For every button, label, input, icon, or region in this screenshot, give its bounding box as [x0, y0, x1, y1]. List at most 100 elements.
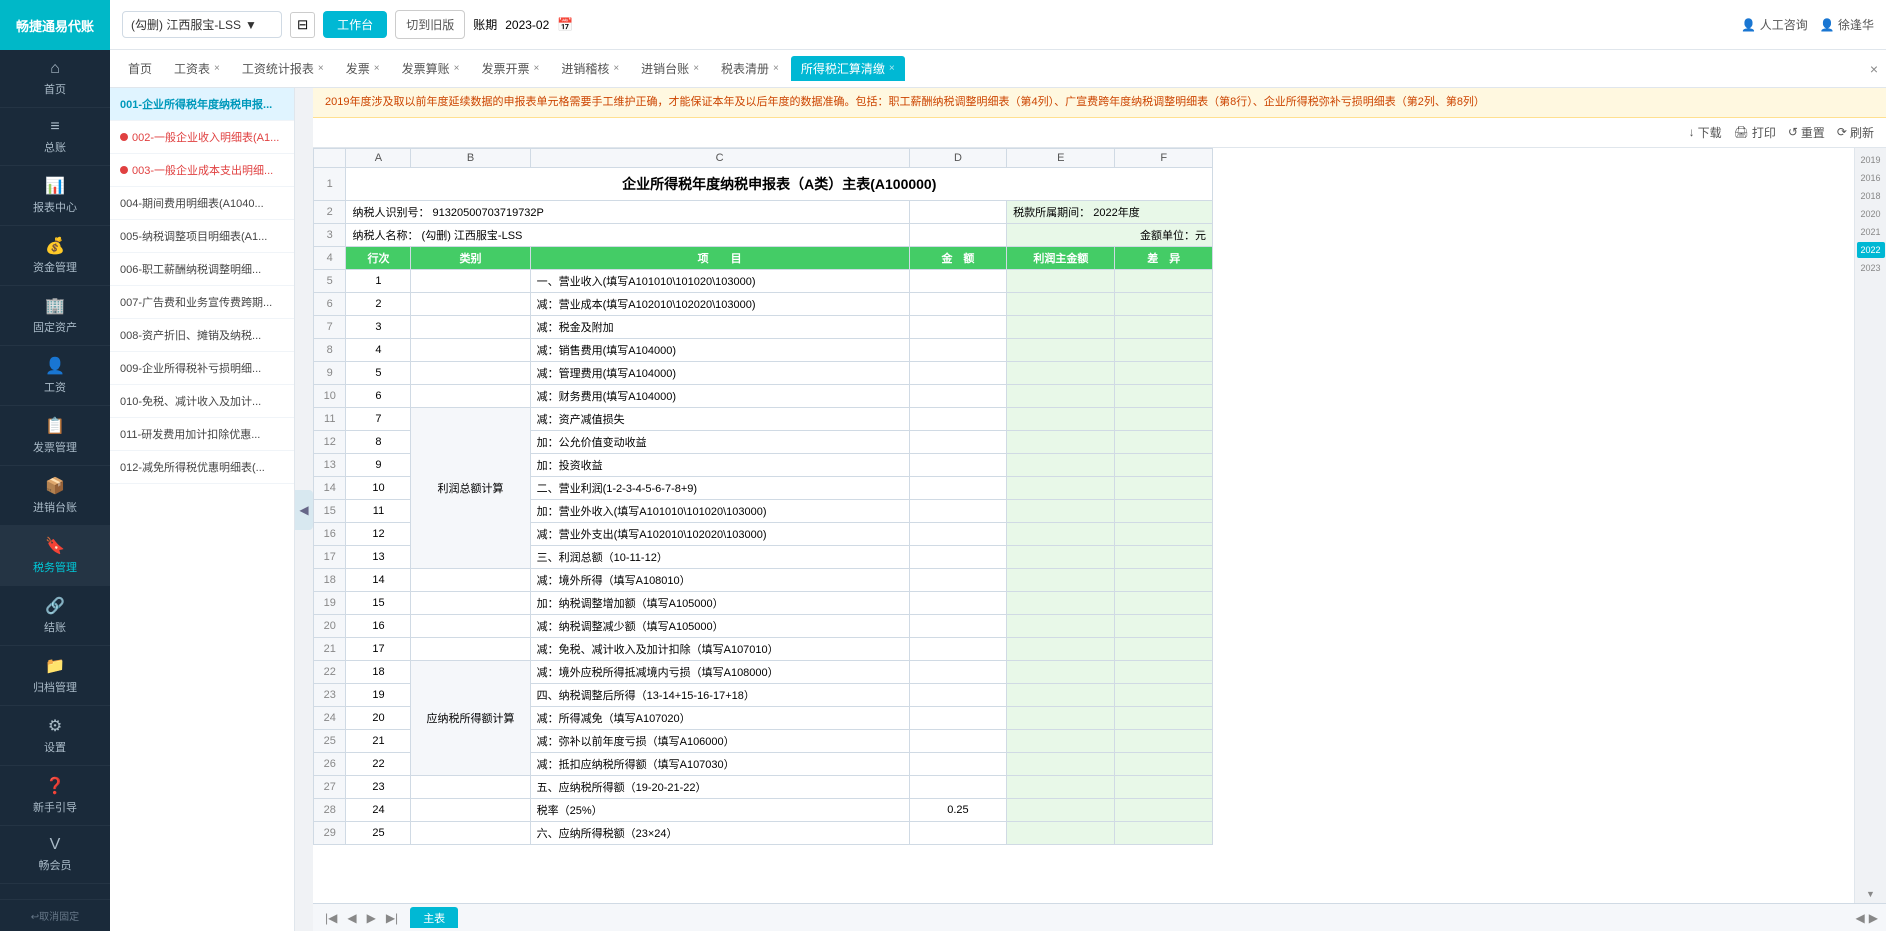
sidebar-item-settings[interactable]: ⚙ 设置 — [0, 706, 110, 766]
sidebar-item-guide[interactable]: ❓ 新手引导 — [0, 766, 110, 826]
cell-diff[interactable] — [1115, 338, 1213, 361]
tab-purchase-ledger[interactable]: 进销台账 × — [631, 56, 709, 81]
cell-profit-amount[interactable] — [1007, 614, 1115, 637]
cell-amount[interactable] — [909, 522, 1006, 545]
close-icon[interactable]: × — [214, 63, 220, 74]
cell-profit-amount[interactable] — [1007, 637, 1115, 660]
cell-amount[interactable] — [909, 407, 1006, 430]
cell-diff[interactable] — [1115, 384, 1213, 407]
sidebar-item-member[interactable]: V 畅会员 — [0, 826, 110, 884]
tab-payroll[interactable]: 工资表 × — [164, 56, 230, 81]
cell-amount[interactable] — [909, 637, 1006, 660]
cell-row-num[interactable]: 5 — [346, 361, 411, 384]
cell-amount[interactable] — [909, 361, 1006, 384]
cell-row-num[interactable]: 10 — [346, 476, 411, 499]
cell-profit-amount[interactable] — [1007, 798, 1115, 821]
cell-diff[interactable] — [1115, 476, 1213, 499]
cell-profit-amount[interactable] — [1007, 430, 1115, 453]
cell-row-num[interactable]: 24 — [346, 798, 411, 821]
sidebar-item-assets[interactable]: 🏢 固定资产 — [0, 286, 110, 346]
tab-payroll-report[interactable]: 工资统计报表 × — [232, 56, 334, 81]
close-icon[interactable]: × — [318, 63, 324, 74]
cell-row-num[interactable]: 16 — [346, 614, 411, 637]
cell-diff[interactable] — [1115, 568, 1213, 591]
cell-amount[interactable] — [909, 706, 1006, 729]
timeline-item-2023[interactable]: 2023 — [1857, 260, 1885, 276]
company-selector[interactable]: (勾删) 江西服宝-LSS ▼ — [122, 11, 282, 38]
cell-row-num[interactable]: 18 — [346, 660, 411, 683]
cell-profit-amount[interactable] — [1007, 660, 1115, 683]
cell-diff[interactable] — [1115, 407, 1213, 430]
cell-diff[interactable] — [1115, 821, 1213, 844]
cell-row-num[interactable]: 4 — [346, 338, 411, 361]
cell-amount[interactable] — [909, 752, 1006, 775]
period-edit-icon[interactable]: 📅 — [557, 17, 573, 33]
cell-row-num[interactable]: 23 — [346, 775, 411, 798]
cell-diff[interactable] — [1115, 269, 1213, 292]
cell-row-num[interactable]: 9 — [346, 453, 411, 476]
tab-home[interactable]: 首页 — [118, 56, 162, 81]
close-icon[interactable]: × — [613, 63, 619, 74]
cell-profit-amount[interactable] — [1007, 338, 1115, 361]
cell-profit-amount[interactable] — [1007, 752, 1115, 775]
cell-profit-amount[interactable] — [1007, 292, 1115, 315]
tab-tax-summary[interactable]: 税表清册 × — [711, 56, 789, 81]
close-icon[interactable]: × — [693, 63, 699, 74]
cell-row-num[interactable]: 13 — [346, 545, 411, 568]
cell-row-num[interactable]: 1 — [346, 269, 411, 292]
cell-diff[interactable] — [1115, 729, 1213, 752]
timeline-item-2021[interactable]: 2021 — [1857, 224, 1885, 240]
cell-amount[interactable] — [909, 476, 1006, 499]
sheet-nav-first[interactable]: |◀ — [321, 909, 341, 927]
cell-profit-amount[interactable] — [1007, 384, 1115, 407]
sheet-nav-prev[interactable]: ◀ — [343, 909, 360, 927]
service-button[interactable]: 👤 人工咨询 — [1741, 16, 1807, 33]
cell-diff[interactable] — [1115, 315, 1213, 338]
cell-profit-amount[interactable] — [1007, 729, 1115, 752]
cell-row-num[interactable]: 12 — [346, 522, 411, 545]
cell-amount[interactable] — [909, 683, 1006, 706]
cell-profit-amount[interactable] — [1007, 407, 1115, 430]
cell-row-num[interactable]: 11 — [346, 499, 411, 522]
cell-amount[interactable] — [909, 614, 1006, 637]
cell-diff[interactable] — [1115, 499, 1213, 522]
workbench-button[interactable]: 工作台 — [323, 11, 387, 38]
sidebar-item-home[interactable]: ⌂ 首页 — [0, 50, 110, 108]
timeline-item-2016[interactable]: 2016 — [1857, 170, 1885, 186]
cell-diff[interactable] — [1115, 775, 1213, 798]
cell-diff[interactable] — [1115, 752, 1213, 775]
cell-amount[interactable] — [909, 591, 1006, 614]
cell-row-num[interactable]: 21 — [346, 729, 411, 752]
cell-row-num[interactable]: 2 — [346, 292, 411, 315]
close-icon[interactable]: × — [773, 63, 779, 74]
sheet-nav-last[interactable]: ▶| — [382, 909, 402, 927]
left-panel-item-003[interactable]: 003-一般企业成本支出明细... — [110, 154, 294, 187]
left-panel-item-002[interactable]: 002-一般企业收入明细表(A1... — [110, 121, 294, 154]
sheet-tab-main[interactable]: 主表 — [410, 907, 458, 928]
download-button[interactable]: ↓ 下载 — [1689, 124, 1722, 141]
cell-profit-amount[interactable] — [1007, 361, 1115, 384]
sidebar-item-invoice[interactable]: 📋 发票管理 — [0, 406, 110, 466]
cell-row-num[interactable]: 22 — [346, 752, 411, 775]
sidebar-unpin[interactable]: ↩取消固定 — [0, 899, 110, 931]
cell-diff[interactable] — [1115, 545, 1213, 568]
close-all-icon[interactable]: × — [1870, 61, 1878, 77]
cell-row-num[interactable]: 8 — [346, 430, 411, 453]
sidebar-item-purchase[interactable]: 📦 进销台账 — [0, 466, 110, 526]
cell-diff[interactable] — [1115, 660, 1213, 683]
cell-diff[interactable] — [1115, 522, 1213, 545]
cell-diff[interactable] — [1115, 683, 1213, 706]
sidebar-item-reports[interactable]: 📊 报表中心 — [0, 166, 110, 226]
close-icon[interactable]: × — [889, 63, 895, 74]
left-panel-item-009[interactable]: 009-企业所得税补亏损明细... — [110, 352, 294, 385]
cell-diff[interactable] — [1115, 453, 1213, 476]
collapse-button[interactable]: ◀ — [295, 490, 313, 530]
cell-diff[interactable] — [1115, 614, 1213, 637]
scroll-left-icon[interactable]: ◀ — [1856, 911, 1865, 925]
cell-diff[interactable] — [1115, 591, 1213, 614]
cell-amount[interactable] — [909, 430, 1006, 453]
cell-amount[interactable] — [909, 315, 1006, 338]
left-panel-item-010[interactable]: 010-免税、减计收入及加计... — [110, 385, 294, 418]
left-panel-item-001[interactable]: 001-企业所得税年度纳税申报... — [110, 88, 294, 121]
cell-diff[interactable] — [1115, 292, 1213, 315]
